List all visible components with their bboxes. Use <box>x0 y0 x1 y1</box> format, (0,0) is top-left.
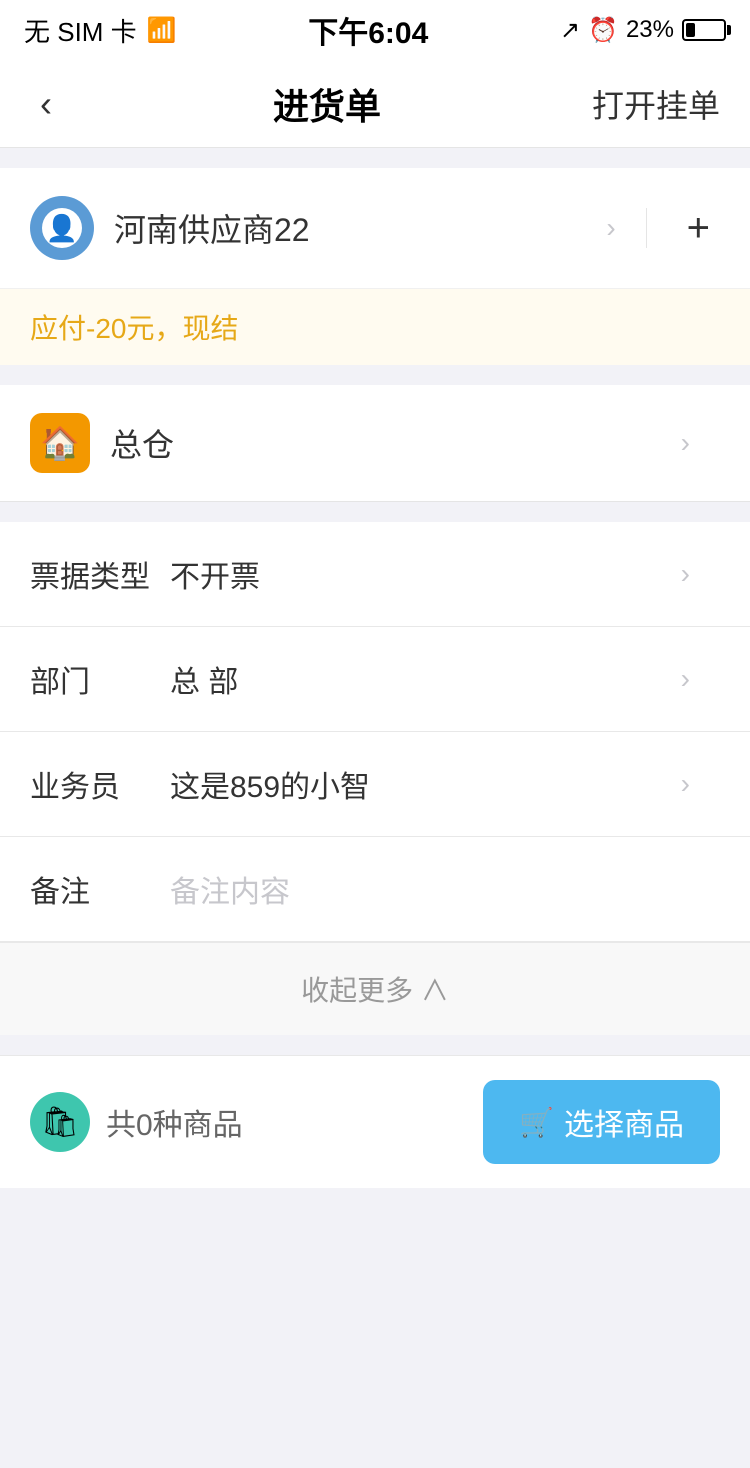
carrier-text: 无 SIM 卡 <box>24 12 137 49</box>
select-product-icon: 🛒 <box>519 1106 554 1139</box>
warehouse-icon-wrap: 🏠 <box>30 413 90 473</box>
product-icon-wrap: 🛍 <box>30 1092 90 1152</box>
top-gap <box>0 148 750 168</box>
supplier-avatar: 👤 <box>30 196 94 260</box>
dept-label: 部门 <box>30 657 160 701</box>
warehouse-row[interactable]: 🏠 总仓 › <box>0 385 750 502</box>
status-left: 无 SIM 卡 📶 <box>24 12 177 49</box>
bottom-bar: 🛍 共0种商品 🛒 选择商品 <box>0 1055 750 1188</box>
warehouse-chevron-icon: › <box>681 427 690 459</box>
remark-row[interactable]: 备注 备注内容 <box>0 837 750 942</box>
select-product-label: 选择商品 <box>564 1100 684 1144</box>
dept-chevron-icon: › <box>681 663 690 695</box>
product-icon: 🛍 <box>41 1105 79 1140</box>
notice-text: 应付-20元，现结 <box>30 313 238 344</box>
invoice-label: 票据类型 <box>30 552 160 596</box>
notice-bar: 应付-20元，现结 <box>0 289 750 365</box>
add-supplier-button[interactable]: + <box>677 206 720 251</box>
back-button[interactable]: ‹ <box>30 73 62 135</box>
dept-value: 总 部 <box>160 657 681 701</box>
gap-2 <box>0 502 750 522</box>
form-section: 票据类型 不开票 › 部门 总 部 › 业务员 这是859的小智 › 备注 备注… <box>0 522 750 1035</box>
remark-label: 备注 <box>30 867 160 911</box>
battery-icon <box>682 19 726 41</box>
remark-input[interactable]: 备注内容 <box>160 867 720 911</box>
invoice-type-row[interactable]: 票据类型 不开票 › <box>0 522 750 627</box>
sales-label: 业务员 <box>30 762 160 806</box>
status-bar: 无 SIM 卡 📶 下午6:04 ↗ ⏰ 23% <box>0 0 750 60</box>
open-pending-button[interactable]: 打开挂单 <box>592 81 720 127</box>
sales-chevron-icon: › <box>681 768 690 800</box>
warehouse-name: 总仓 <box>110 420 681 466</box>
product-count-text: 共0种商品 <box>106 1100 243 1144</box>
status-right: ↗ ⏰ 23% <box>560 16 726 45</box>
product-count-wrap: 🛍 共0种商品 <box>30 1092 243 1152</box>
dept-row[interactable]: 部门 总 部 › <box>0 627 750 732</box>
alarm-icon: ⏰ <box>588 16 618 45</box>
nav-bar: ‹ 进货单 打开挂单 <box>0 60 750 148</box>
supplier-name: 河南供应商22 <box>114 205 606 251</box>
supplier-row[interactable]: 👤 河南供应商22 › + <box>0 168 750 289</box>
supplier-section: 👤 河南供应商22 › + 应付-20元，现结 <box>0 168 750 365</box>
invoice-chevron-icon: › <box>681 558 690 590</box>
status-time: 下午6:04 <box>308 8 428 52</box>
select-product-button[interactable]: 🛒 选择商品 <box>483 1080 720 1164</box>
sales-row[interactable]: 业务员 这是859的小智 › <box>0 732 750 837</box>
gap-1 <box>0 365 750 385</box>
supplier-divider <box>646 208 647 248</box>
wifi-icon: 📶 <box>147 16 177 45</box>
warehouse-icon: 🏠 <box>40 424 80 462</box>
page-title: 进货单 <box>273 78 381 130</box>
person-icon: 👤 <box>46 213 78 244</box>
battery-percent: 23% <box>626 16 674 44</box>
location-icon: ↗ <box>560 16 580 45</box>
collapse-row[interactable]: 收起更多 ∧ <box>0 942 750 1035</box>
sales-value: 这是859的小智 <box>160 762 681 806</box>
supplier-chevron-icon: › <box>606 212 615 244</box>
background-area <box>0 1188 750 1468</box>
collapse-button[interactable]: 收起更多 ∧ <box>301 969 449 1009</box>
invoice-value: 不开票 <box>160 552 681 596</box>
